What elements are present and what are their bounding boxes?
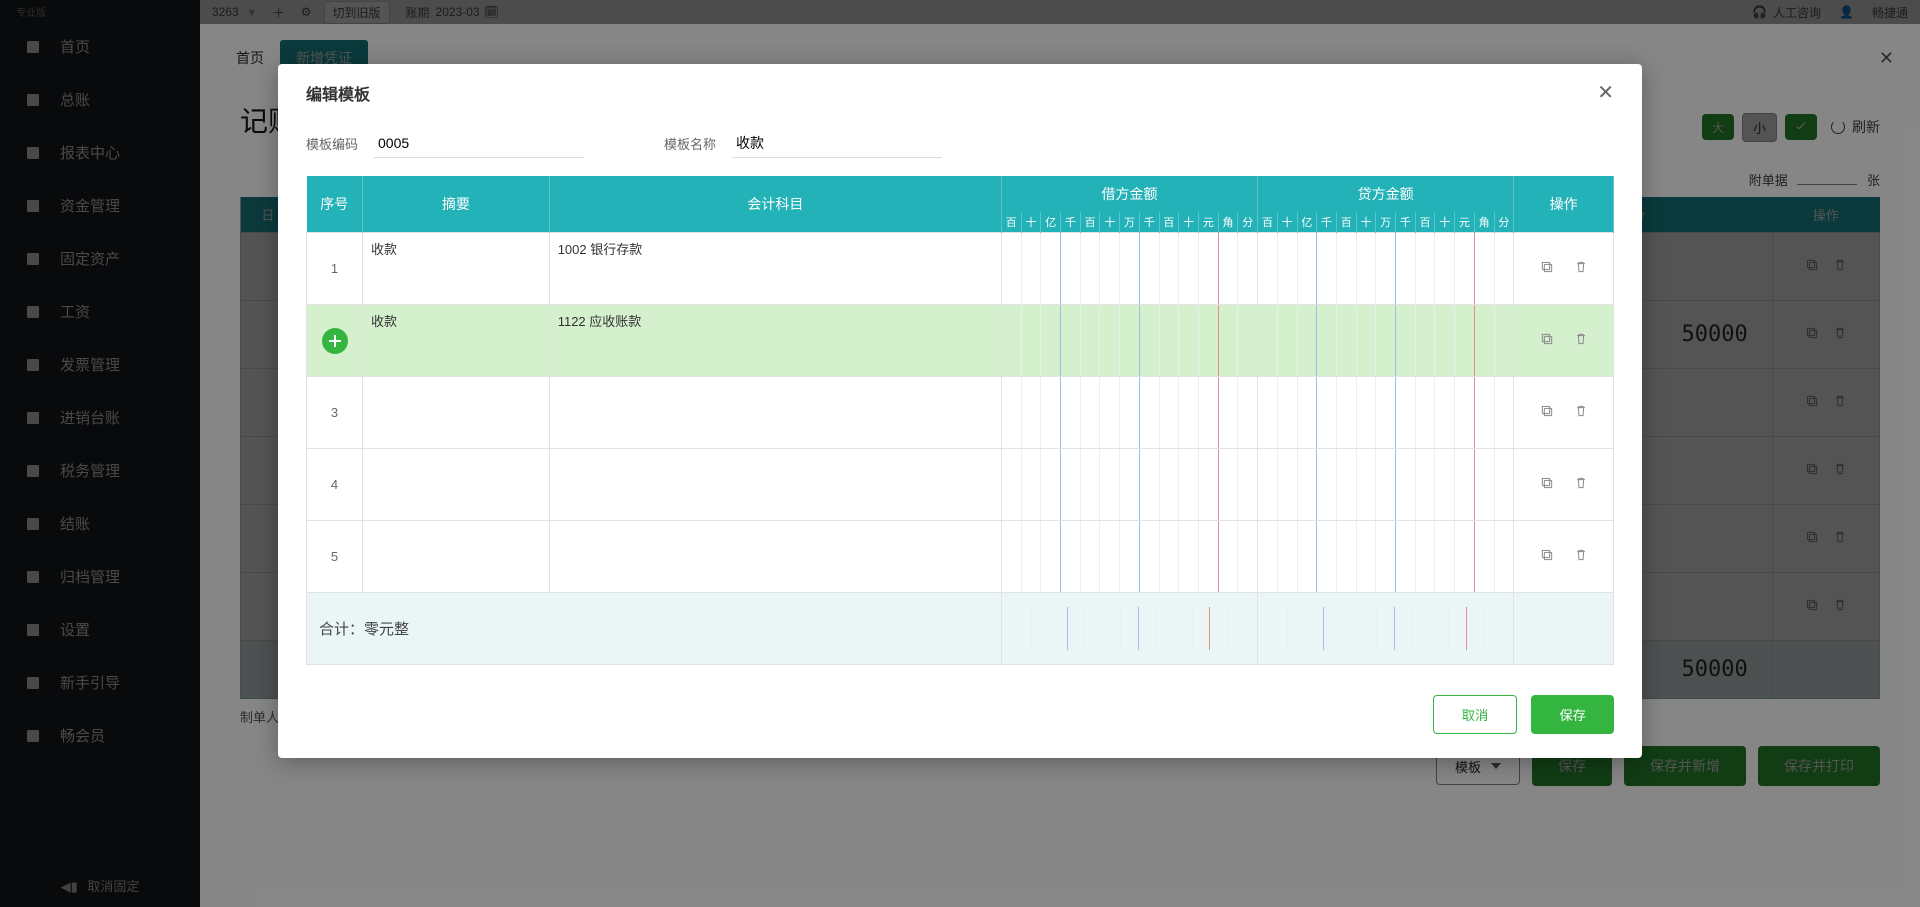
save-button[interactable]: 保存 bbox=[1531, 695, 1614, 734]
unit-debit-5: 十 bbox=[1100, 212, 1120, 233]
subject-cell[interactable] bbox=[549, 377, 1001, 449]
seq-cell: 5 bbox=[307, 521, 363, 593]
subject-cell[interactable]: 1122 应收账款 bbox=[549, 305, 1001, 377]
modal: 编辑模板 ✕ 模板编码 模板名称 序 bbox=[278, 64, 1642, 758]
modal-row-1[interactable]: 收款1122 应收账款 bbox=[307, 305, 1614, 377]
debit-cell[interactable] bbox=[1001, 305, 1257, 377]
modal-row-2[interactable]: 3 bbox=[307, 377, 1614, 449]
total-credit bbox=[1258, 593, 1514, 665]
summary-cell[interactable] bbox=[363, 521, 550, 593]
copy-icon[interactable] bbox=[1539, 475, 1555, 494]
th-seq: 序号 bbox=[307, 176, 363, 233]
delete-icon[interactable] bbox=[1573, 475, 1589, 494]
unit-credit-3: 千 bbox=[1317, 212, 1337, 233]
credit-cell[interactable] bbox=[1258, 521, 1514, 593]
delete-icon[interactable] bbox=[1573, 331, 1589, 350]
summary-cell[interactable] bbox=[363, 377, 550, 449]
unit-credit-8: 百 bbox=[1415, 212, 1435, 233]
delete-icon[interactable] bbox=[1573, 547, 1589, 566]
name-label: 模板名称 bbox=[664, 134, 716, 153]
copy-icon[interactable] bbox=[1539, 547, 1555, 566]
seq-cell: 4 bbox=[307, 449, 363, 521]
debit-cell[interactable] bbox=[1001, 521, 1257, 593]
credit-cell[interactable] bbox=[1258, 305, 1514, 377]
subject-cell[interactable] bbox=[549, 521, 1001, 593]
unit-credit-2: 亿 bbox=[1297, 212, 1317, 233]
delete-icon[interactable] bbox=[1573, 403, 1589, 422]
name-input[interactable] bbox=[732, 129, 942, 158]
unit-debit-0: 百 bbox=[1001, 212, 1021, 233]
unit-debit-4: 百 bbox=[1080, 212, 1100, 233]
unit-debit-3: 千 bbox=[1061, 212, 1081, 233]
th-summary: 摘要 bbox=[363, 176, 550, 233]
cancel-button[interactable]: 取消 bbox=[1433, 695, 1518, 734]
seq-cell bbox=[307, 305, 363, 377]
modal-row-3[interactable]: 4 bbox=[307, 449, 1614, 521]
seq-cell: 3 bbox=[307, 377, 363, 449]
unit-credit-0: 百 bbox=[1258, 212, 1278, 233]
unit-debit-8: 百 bbox=[1159, 212, 1179, 233]
unit-credit-4: 百 bbox=[1336, 212, 1356, 233]
credit-cell[interactable] bbox=[1258, 449, 1514, 521]
delete-icon[interactable] bbox=[1573, 259, 1589, 278]
th-ops: 操作 bbox=[1514, 176, 1614, 233]
subject-cell[interactable]: 1002 银行存款 bbox=[549, 233, 1001, 305]
unit-debit-6: 万 bbox=[1120, 212, 1140, 233]
unit-credit-7: 千 bbox=[1396, 212, 1416, 233]
th-subject: 会计科目 bbox=[549, 176, 1001, 233]
unit-debit-11: 角 bbox=[1218, 212, 1238, 233]
modal-table: 序号 摘要 会计科目 借方金额 贷方金额 操作 百十亿千百十万千百十元角分百十亿… bbox=[306, 176, 1614, 665]
summary-cell[interactable]: 收款 bbox=[363, 305, 550, 377]
total-label-cell: 合计：零元整 bbox=[307, 593, 1002, 665]
code-input[interactable] bbox=[374, 129, 584, 158]
summary-cell[interactable]: 收款 bbox=[363, 233, 550, 305]
modal-close[interactable]: ✕ bbox=[1597, 80, 1614, 105]
code-label: 模板编码 bbox=[306, 134, 358, 153]
unit-debit-9: 十 bbox=[1179, 212, 1199, 233]
debit-cell[interactable] bbox=[1001, 233, 1257, 305]
modal-title: 编辑模板 bbox=[306, 81, 370, 105]
copy-icon[interactable] bbox=[1539, 403, 1555, 422]
th-credit: 贷方金额 bbox=[1258, 176, 1514, 212]
credit-cell[interactable] bbox=[1258, 233, 1514, 305]
th-debit: 借方金额 bbox=[1001, 176, 1257, 212]
total-debit bbox=[1001, 593, 1257, 665]
credit-cell[interactable] bbox=[1258, 377, 1514, 449]
unit-credit-1: 十 bbox=[1277, 212, 1297, 233]
unit-credit-10: 元 bbox=[1455, 212, 1475, 233]
seq-cell: 1 bbox=[307, 233, 363, 305]
modal-row-0[interactable]: 1收款1002 银行存款 bbox=[307, 233, 1614, 305]
unit-debit-1: 十 bbox=[1021, 212, 1041, 233]
add-row-button[interactable] bbox=[322, 328, 348, 354]
modal-overlay: 编辑模板 ✕ 模板编码 模板名称 序 bbox=[0, 0, 1920, 907]
unit-credit-9: 十 bbox=[1435, 212, 1455, 233]
unit-credit-6: 万 bbox=[1376, 212, 1396, 233]
summary-cell[interactable] bbox=[363, 449, 550, 521]
unit-debit-7: 千 bbox=[1139, 212, 1159, 233]
subject-cell[interactable] bbox=[549, 449, 1001, 521]
unit-debit-12: 分 bbox=[1238, 212, 1258, 233]
copy-icon[interactable] bbox=[1539, 259, 1555, 278]
unit-debit-2: 亿 bbox=[1041, 212, 1061, 233]
unit-credit-12: 分 bbox=[1494, 212, 1514, 233]
unit-credit-5: 十 bbox=[1356, 212, 1376, 233]
copy-icon[interactable] bbox=[1539, 331, 1555, 350]
modal-row-4[interactable]: 5 bbox=[307, 521, 1614, 593]
unit-credit-11: 角 bbox=[1474, 212, 1494, 233]
debit-cell[interactable] bbox=[1001, 449, 1257, 521]
debit-cell[interactable] bbox=[1001, 377, 1257, 449]
unit-debit-10: 元 bbox=[1198, 212, 1218, 233]
